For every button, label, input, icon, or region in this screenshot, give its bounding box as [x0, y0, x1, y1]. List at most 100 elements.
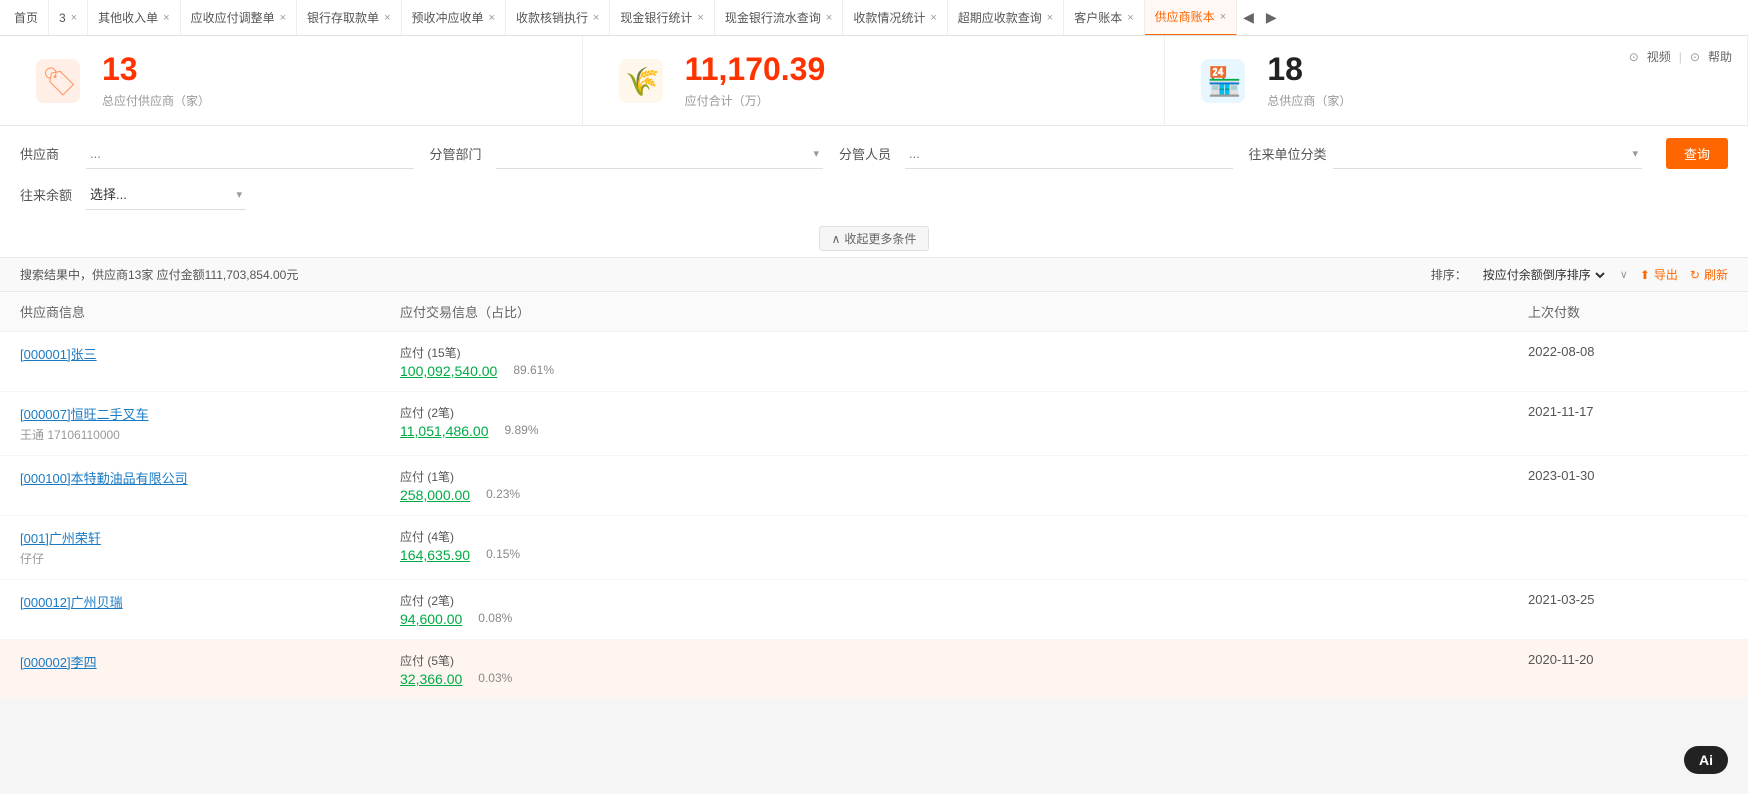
- filter-dept: 分管部门 ▾: [430, 138, 824, 169]
- col-header-lastpay: 上次付数: [1528, 302, 1728, 321]
- supplier-name-3[interactable]: [000100]本特勤油品有限公司: [20, 468, 400, 487]
- table-row: [000012]广州贝瑞 应付 (2笔) 94,600.00 0.08% 202…: [0, 580, 1748, 640]
- category-filter-select[interactable]: [1333, 138, 1642, 168]
- payable-amount-6[interactable]: 32,366.00: [400, 671, 462, 687]
- supplier-contact-2: 王通 17106110000: [20, 426, 400, 443]
- nav-tab-customer-ledger-close[interactable]: ×: [1127, 12, 1133, 24]
- stat-block-payable: 🌾 11,170.39 应付合计（万）: [583, 36, 1166, 125]
- nav-tab-cash-bank-stats[interactable]: 现金银行统计 ×: [610, 0, 714, 36]
- payable-amount-3[interactable]: 258,000.00: [400, 487, 470, 503]
- nav-tab-adjustment-close[interactable]: ×: [280, 12, 286, 24]
- filter-balance: 往来余额 选择... ▾: [20, 179, 1728, 210]
- svg-text:🏪: 🏪: [1207, 65, 1242, 98]
- payable-info-6: 应付 (5笔) 32,366.00 0.03%: [400, 652, 1528, 687]
- filter-row-1: 供应商 分管部门 ▾ 分管人员 往来单位分类 ▾: [20, 138, 1728, 169]
- category-select-wrapper: ▾: [1333, 138, 1642, 169]
- nav-tab-cash-bank-stats-close[interactable]: ×: [697, 12, 703, 24]
- supplier-filter-label: 供应商: [20, 144, 80, 163]
- refresh-button[interactable]: ↻ 刷新: [1690, 266, 1728, 283]
- collapse-up-icon: ∧: [832, 232, 841, 246]
- supplier-name-2[interactable]: [000007]恒旺二手叉车: [20, 404, 400, 423]
- stat-number-suppliers: 13: [102, 52, 210, 87]
- video-link[interactable]: 视频: [1647, 48, 1671, 65]
- sort-label: 排序：: [1431, 266, 1467, 283]
- nav-tab-supplier-ledger-close[interactable]: ×: [1220, 11, 1226, 23]
- payable-amount-4[interactable]: 164,635.90: [400, 547, 470, 563]
- nav-tab-collection-stats[interactable]: 收款情况统计 ×: [843, 0, 947, 36]
- nav-tab-3-close[interactable]: ×: [71, 12, 77, 24]
- filter-bar: 供应商 分管部门 ▾ 分管人员 往来单位分类 ▾: [0, 126, 1748, 258]
- video-icon: ⊙: [1629, 50, 1639, 64]
- nav-tab-overdue-close[interactable]: ×: [1047, 12, 1053, 24]
- nav-tab-advance[interactable]: 预收冲应收单 ×: [402, 0, 506, 36]
- nav-tab-supplier-ledger[interactable]: 供应商账本 ×: [1145, 0, 1237, 36]
- stat-block-suppliers: 🏷 13 总应付供应商（家）: [0, 36, 583, 125]
- nav-tab-other-income-close[interactable]: ×: [163, 12, 169, 24]
- table-row: [000007]恒旺二手叉车 王通 17106110000 应付 (2笔) 11…: [0, 392, 1748, 456]
- nav-tab-collection-stats-label: 收款情况统计: [853, 9, 925, 26]
- stat-label-total-suppliers: 总供应商（家）: [1267, 92, 1351, 109]
- supplier-info-3: [000100]本特勤油品有限公司: [20, 468, 400, 487]
- nav-tab-collection-stats-close[interactable]: ×: [930, 12, 936, 24]
- result-right: 排序： 按应付余额倒序排序 ∨ ⬆ 导出 ↻ 刷新: [1431, 266, 1728, 283]
- payable-label-2: 应付 (2笔): [400, 404, 1528, 421]
- nav-prev-arrow[interactable]: ◀: [1237, 0, 1260, 36]
- payable-amount-1[interactable]: 100,092,540.00: [400, 363, 497, 379]
- stat-number-payable: 11,170.39: [685, 52, 826, 87]
- payable-icon: 🌾: [613, 53, 669, 109]
- col-header-payable: 应付交易信息（占比）: [400, 302, 1528, 321]
- store-icon: 🏪: [1195, 53, 1251, 109]
- nav-tab-customer-ledger-label: 客户账本: [1074, 9, 1122, 26]
- collapse-button[interactable]: ∧ 收起更多条件: [819, 226, 930, 251]
- nav-tab-home[interactable]: 首页: [4, 0, 49, 36]
- stat-label-payable: 应付合计（万）: [685, 92, 826, 109]
- supplier-info-1: [000001]张三: [20, 344, 400, 363]
- nav-tab-collection-close[interactable]: ×: [593, 12, 599, 24]
- nav-tab-bank-deposit[interactable]: 银行存取款单 ×: [297, 0, 401, 36]
- sort-select[interactable]: 按应付余额倒序排序: [1479, 267, 1608, 283]
- nav-tab-collection[interactable]: 收款核销执行 ×: [506, 0, 610, 36]
- nav-tab-adjustment[interactable]: 应收应付调整单 ×: [181, 0, 297, 36]
- lastpay-date-3: 2023-01-30: [1528, 468, 1728, 483]
- payable-label-5: 应付 (2笔): [400, 592, 1528, 609]
- search-button[interactable]: 查询: [1666, 138, 1728, 169]
- balance-filter-select[interactable]: 选择...: [86, 179, 246, 209]
- nav-tab-cash-flow-close[interactable]: ×: [826, 12, 832, 24]
- supplier-info-5: [000012]广州贝瑞: [20, 592, 400, 611]
- table-header: 供应商信息 应付交易信息（占比） 上次付数: [0, 292, 1748, 332]
- help-link[interactable]: 帮助: [1708, 48, 1732, 65]
- nav-tab-bank-deposit-close[interactable]: ×: [384, 12, 390, 24]
- ai-badge-label: Ai: [1699, 752, 1713, 768]
- supplier-name-5[interactable]: [000012]广州贝瑞: [20, 592, 400, 611]
- supplier-filter-input[interactable]: [86, 139, 414, 169]
- nav-tab-advance-close[interactable]: ×: [489, 12, 495, 24]
- nav-tab-overdue-label: 超期应收款查询: [958, 9, 1042, 26]
- supplier-name-1[interactable]: [000001]张三: [20, 344, 400, 363]
- export-icon: ⬆: [1640, 268, 1650, 282]
- payable-amount-5[interactable]: 94,600.00: [400, 611, 462, 627]
- nav-tab-3[interactable]: 3 ×: [49, 0, 88, 36]
- svg-text:🏷: 🏷: [42, 66, 78, 97]
- refresh-icon: ↻: [1690, 268, 1700, 282]
- collapse-button-label: 收起更多条件: [844, 230, 916, 247]
- payable-percent-6: 0.03%: [478, 671, 512, 687]
- nav-tab-supplier-ledger-label: 供应商账本: [1155, 8, 1215, 25]
- dept-filter-select[interactable]: [496, 138, 824, 168]
- person-filter-input[interactable]: [905, 139, 1233, 169]
- supplier-name-4[interactable]: [001]广州荣轩: [20, 528, 400, 547]
- export-button[interactable]: ⬆ 导出: [1640, 266, 1678, 283]
- nav-tab-cash-flow[interactable]: 现金银行流水查询 ×: [715, 0, 843, 36]
- nav-next-arrow[interactable]: ▶: [1260, 0, 1283, 36]
- payable-percent-5: 0.08%: [478, 611, 512, 627]
- nav-tab-overdue[interactable]: 超期应收款查询 ×: [948, 0, 1064, 36]
- supplier-name-6[interactable]: [000002]李四: [20, 652, 400, 671]
- lastpay-date-2: 2021-11-17: [1528, 404, 1728, 419]
- nav-tab-customer-ledger[interactable]: 客户账本 ×: [1064, 0, 1144, 36]
- filter-row-2: 往来余额 选择... ▾: [20, 179, 1728, 210]
- nav-tab-other-income[interactable]: 其他收入单 ×: [88, 0, 180, 36]
- nav-tab-bank-deposit-label: 银行存取款单: [307, 9, 379, 26]
- payable-amount-2[interactable]: 11,051,486.00: [400, 423, 489, 439]
- stat-label-suppliers: 总应付供应商（家）: [102, 92, 210, 109]
- refresh-label: 刷新: [1704, 266, 1728, 283]
- ai-badge[interactable]: Ai: [1684, 746, 1728, 774]
